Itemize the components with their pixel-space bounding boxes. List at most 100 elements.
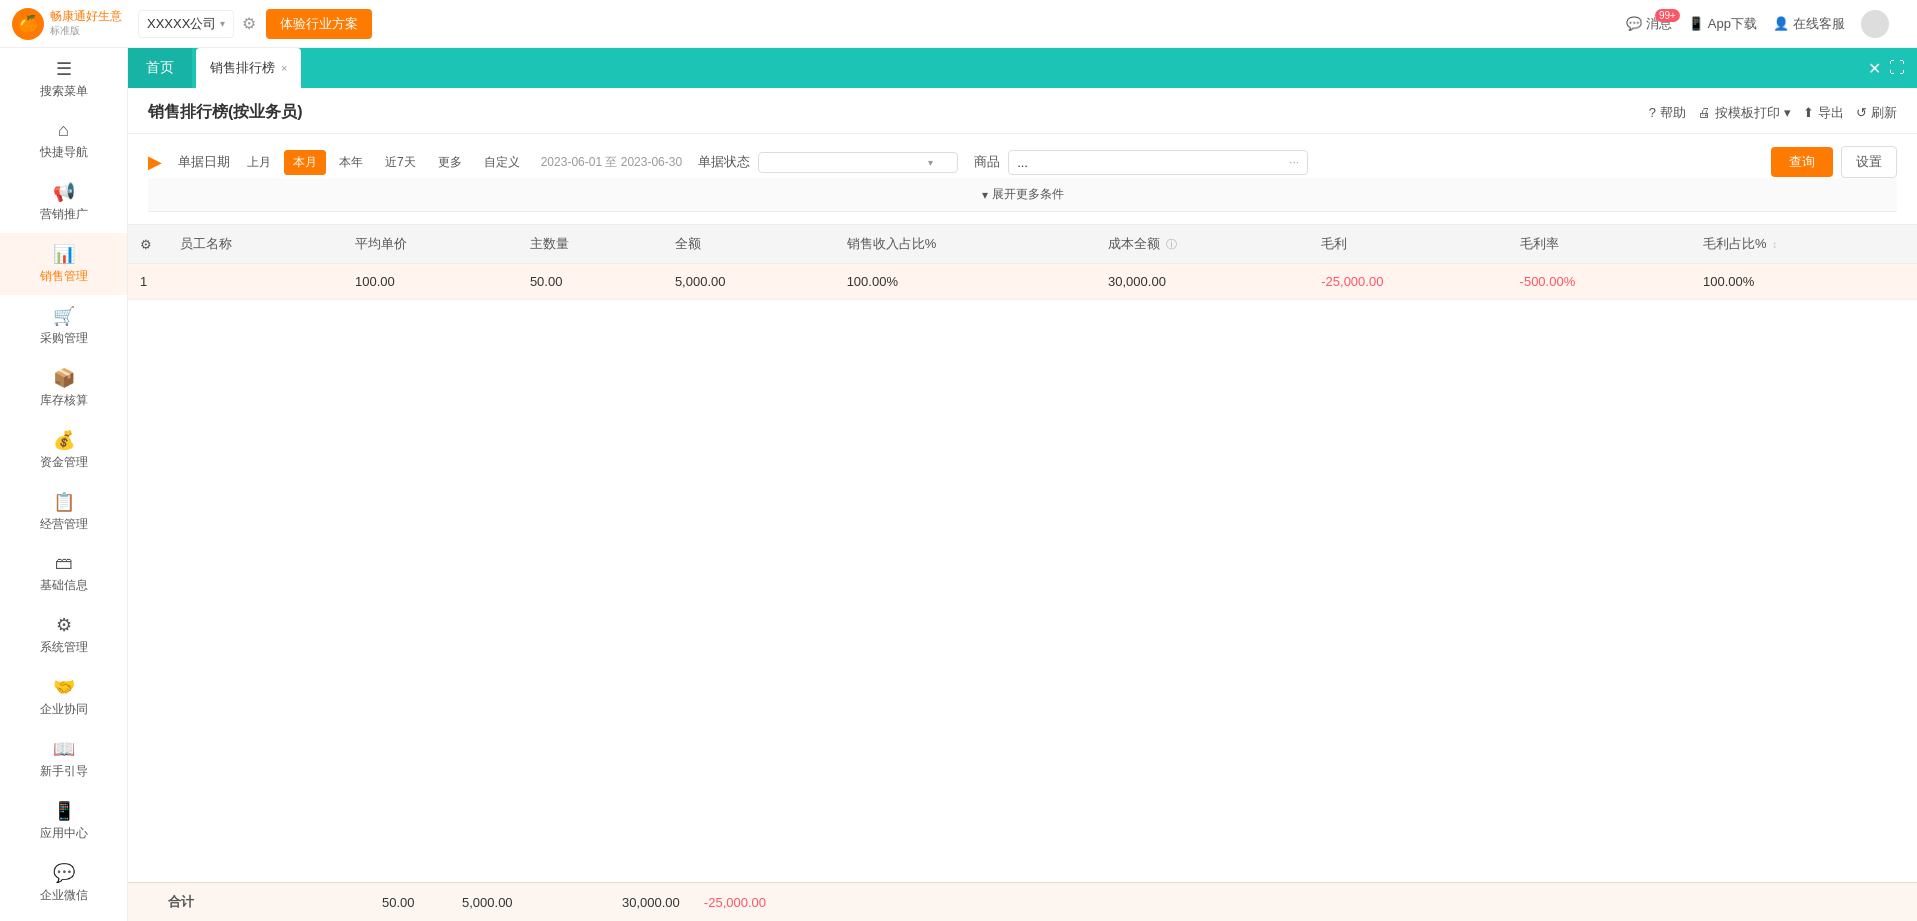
date-year-btn[interactable]: 本年 (330, 150, 372, 175)
sidebar-label-9: 系统管理 (40, 639, 88, 656)
date-prev-month-btn[interactable]: 上月 (238, 150, 280, 175)
sidebar-item-5[interactable]: 📦 库存核算 (0, 357, 127, 419)
col-qty-label: 主数量 (530, 236, 569, 251)
trial-button[interactable]: 体验行业方案 (266, 9, 372, 39)
table-header: ⚙ 员工名称 平均单价 主数量 全额 销售收入占比% 成本全额 ⓘ (128, 225, 1917, 264)
expand-row: ▾ 展开更多条件 (148, 178, 1897, 212)
refresh-btn[interactable]: ↺ 刷新 (1856, 104, 1897, 122)
tab-label: 销售排行榜 (210, 59, 275, 77)
cell-qty-0: 50.00 (518, 264, 663, 300)
logo: 🍊 畅康通好生意 标准版 (12, 8, 122, 40)
col-profit-pct-label: 毛利占比% (1703, 236, 1767, 251)
tab-close-icon[interactable]: × (281, 62, 287, 74)
date-label: 单据日期 (178, 153, 230, 171)
sidebar-item-3[interactable]: 📊 销售管理 (0, 233, 127, 295)
sidebar-icon-9: ⚙ (56, 614, 72, 636)
sidebar-label-1: 快捷导航 (40, 144, 88, 161)
tab-sales-ranking[interactable]: 销售排行榜 × (196, 48, 301, 88)
cell-sales-pct-0: 100.00% (835, 264, 1096, 300)
page-header: 销售排行榜(按业务员) ? 帮助 🖨 按模板打印 ▾ ⬆ (128, 88, 1917, 134)
logo-icon: 🍊 (12, 8, 44, 40)
col-settings-header[interactable]: ⚙ (128, 225, 168, 264)
footer-profit: -25,000.00 (692, 895, 778, 910)
status-filter: 单据状态 ▾ (698, 152, 958, 173)
tab-close-window-icon[interactable]: ✕ (1868, 59, 1881, 78)
logo-text: 畅康通好生意 (50, 9, 122, 25)
sidebar-item-4[interactable]: 🛒 采购管理 (0, 295, 127, 357)
date-custom-btn[interactable]: 自定义 (475, 150, 529, 175)
date-7days-btn[interactable]: 近7天 (376, 150, 425, 175)
sidebar-icon-12: 📱 (53, 800, 75, 822)
print-arrow-icon: ▾ (1784, 105, 1791, 120)
goods-input[interactable]: ... ··· (1008, 150, 1308, 175)
filter-area: ▶ 单据日期 上月 本月 本年 近7天 更多 自定义 (128, 134, 1917, 225)
service-label: 在线客服 (1793, 15, 1845, 33)
sidebar-item-8[interactable]: 🗃 基础信息 (0, 543, 127, 604)
table-body: 1 100.00 50.00 5,000.00 100.00% 30,000.0… (128, 264, 1917, 300)
print-btn[interactable]: 🖨 按模板打印 ▾ (1698, 104, 1791, 122)
query-button[interactable]: 查询 (1771, 147, 1833, 177)
tab-maximize-icon[interactable]: ⛶ (1889, 59, 1905, 77)
sidebar-item-12[interactable]: 📱 应用中心 (0, 790, 127, 852)
data-table: ⚙ 员工名称 平均单价 主数量 全额 销售收入占比% 成本全额 ⓘ (128, 225, 1917, 300)
date-range-display: 2023-06-01 至 2023-06-30 (541, 154, 682, 171)
app-download-btn[interactable]: 📱 App下载 (1688, 15, 1757, 33)
col-sales-pct-label: 销售收入占比% (847, 236, 937, 251)
sidebar-item-9[interactable]: ⚙ 系统管理 (0, 604, 127, 666)
col-sales-pct-header: 销售收入占比% (835, 225, 1096, 264)
sidebar-label-2: 营销推广 (40, 206, 88, 223)
col-name-header: 员工名称 (168, 225, 343, 264)
footer-label: 合计 (140, 893, 290, 911)
top-bar: 🍊 畅康通好生意 标准版 XXXXX公司 ▾ ⚙ 体验行业方案 💬 消息 99+… (0, 0, 1917, 48)
settings-col-icon: ⚙ (140, 237, 152, 252)
sidebar-icon-10: 🤝 (53, 676, 75, 698)
print-label: 按模板打印 (1715, 104, 1780, 122)
sidebar-item-0[interactable]: ☰ 搜索菜单 (0, 48, 127, 110)
goods-more-icon: ··· (1289, 155, 1299, 169)
sidebar-item-7[interactable]: 📋 经营管理 (0, 481, 127, 543)
service-icon: 👤 (1773, 16, 1789, 31)
sidebar-icon-3: 📊 (53, 243, 75, 265)
set-button[interactable]: 设置 (1841, 146, 1897, 178)
company-selector[interactable]: XXXXX公司 ▾ (138, 10, 234, 38)
sidebar-label-6: 资金管理 (40, 454, 88, 471)
sidebar-label-10: 企业协同 (40, 701, 88, 718)
expand-more-btn[interactable]: ▾ 展开更多条件 (982, 186, 1064, 203)
tab-home[interactable]: 首页 (128, 48, 192, 88)
help-label: 帮助 (1660, 104, 1686, 122)
sidebar-icon-13: 💬 (53, 862, 75, 884)
table-footer: 合计 50.00 5,000.00 30,000.00 -25,000.00 (128, 882, 1917, 921)
sidebar-label-12: 应用中心 (40, 825, 88, 842)
print-icon: 🖨 (1698, 105, 1711, 120)
sidebar-item-10[interactable]: 🤝 企业协同 (0, 666, 127, 728)
sidebar-item-1[interactable]: ⌂ 快捷导航 (0, 110, 127, 171)
tab-home-label: 首页 (146, 59, 174, 77)
sidebar-item-11[interactable]: 📖 新手引导 (0, 728, 127, 790)
app-label: App下载 (1708, 15, 1757, 33)
sidebar-item-6[interactable]: 💰 资金管理 (0, 419, 127, 481)
sidebar-item-13[interactable]: 💬 企业微信 (0, 852, 127, 914)
help-btn[interactable]: ? 帮助 (1649, 104, 1686, 122)
message-badge: 99+ (1655, 9, 1680, 22)
sidebar-icon-8: 🗃 (55, 553, 73, 574)
cost-help-icon[interactable]: ⓘ (1166, 238, 1177, 250)
footer-qty: 50.00 (370, 895, 450, 910)
status-select[interactable]: ▾ (758, 152, 958, 173)
message-btn[interactable]: 💬 消息 99+ (1626, 15, 1672, 33)
expand-label: 展开更多条件 (992, 186, 1064, 203)
date-more-btn[interactable]: 更多 (429, 150, 471, 175)
cell-rank-0: 1 (128, 264, 168, 300)
filter-toggle-icon[interactable]: ▶ (148, 151, 162, 173)
online-service-btn[interactable]: 👤 在线客服 (1773, 15, 1845, 33)
status-select-arrow-icon: ▾ (928, 157, 933, 168)
profit-pct-sort-icon[interactable]: ↕ (1772, 239, 1777, 250)
sidebar-item-14[interactable]: V 畅会员 (0, 914, 127, 921)
export-btn[interactable]: ⬆ 导出 (1803, 104, 1844, 122)
avatar[interactable] (1861, 10, 1889, 38)
top-settings-icon[interactable]: ⚙ (242, 14, 256, 33)
cell-total-0: 5,000.00 (663, 264, 835, 300)
sidebar-label-8: 基础信息 (40, 577, 88, 594)
sidebar-label-0: 搜索菜单 (40, 83, 88, 100)
sidebar-item-2[interactable]: 📢 营销推广 (0, 171, 127, 233)
date-current-month-btn[interactable]: 本月 (284, 150, 326, 175)
